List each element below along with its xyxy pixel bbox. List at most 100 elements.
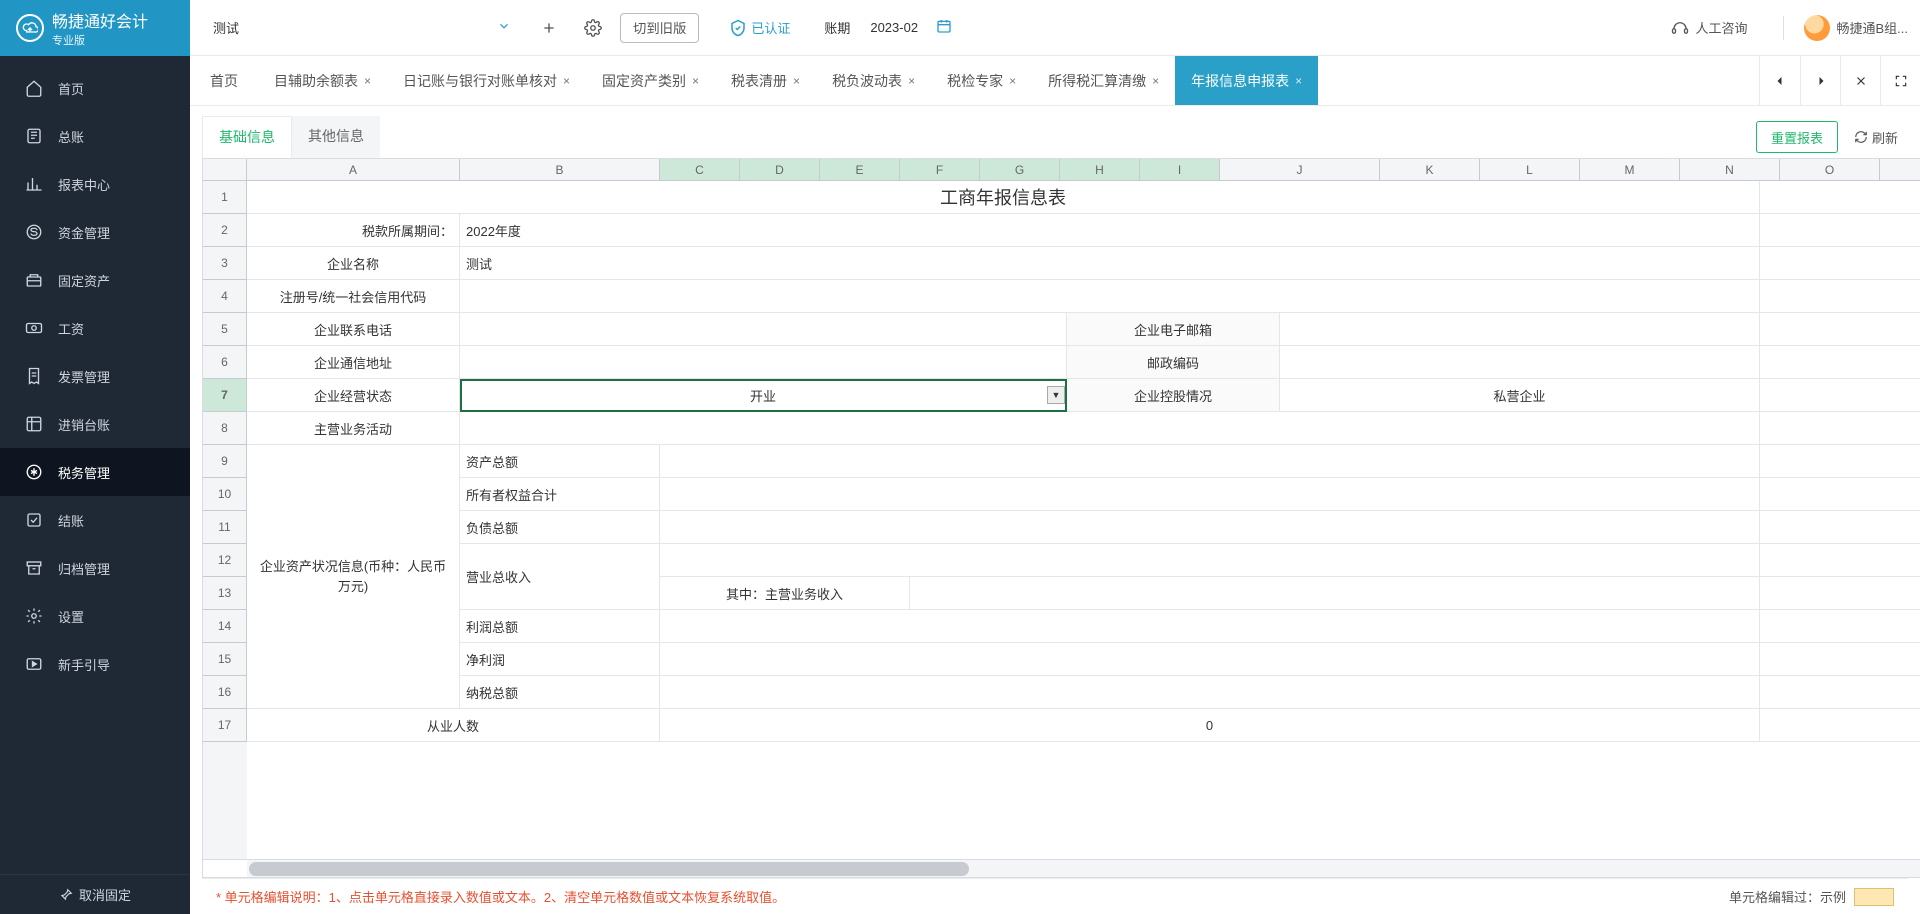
col-header-G[interactable]: G — [980, 159, 1060, 180]
col-header-I[interactable]: I — [1140, 159, 1220, 180]
col-header-F[interactable]: F — [900, 159, 980, 180]
total-profit-value[interactable] — [660, 610, 1760, 642]
sidebar-item-2[interactable]: 报表中心 — [0, 160, 190, 208]
row-header-7[interactable]: 7 — [203, 379, 247, 412]
tab-close-icon[interactable]: × — [1152, 74, 1159, 88]
net-profit-value[interactable] — [660, 643, 1760, 675]
sidebar-item-12[interactable]: 新手引导 — [0, 640, 190, 688]
total-revenue-value[interactable] — [660, 544, 1760, 576]
tab-5[interactable]: 税检专家× — [931, 56, 1032, 105]
company-selector[interactable]: 测试 — [202, 11, 522, 45]
old-version-button[interactable]: 切到旧版 — [620, 13, 699, 43]
row-header-8[interactable]: 8 — [203, 412, 247, 445]
tab-close-icon[interactable]: × — [364, 74, 371, 88]
sidebar-item-6[interactable]: 发票管理 — [0, 352, 190, 400]
col-header-C[interactable]: C — [660, 159, 740, 180]
row-header-14[interactable]: 14 — [203, 610, 247, 643]
business-status-value[interactable]: 开业 — [460, 379, 1067, 411]
add-button[interactable] — [532, 11, 566, 45]
sidebar-item-9[interactable]: 结账 — [0, 496, 190, 544]
tabs-next-button[interactable] — [1800, 56, 1840, 105]
tabs-prev-button[interactable] — [1760, 56, 1800, 105]
period-value-cell[interactable]: 2022年度 — [460, 214, 1760, 246]
phone-value[interactable] — [460, 313, 1067, 345]
tab-3[interactable]: 税表清册× — [715, 56, 816, 105]
tabs-close-button[interactable] — [1840, 56, 1880, 105]
sidebar-item-7[interactable]: 进销台账 — [0, 400, 190, 448]
address-value[interactable] — [460, 346, 1067, 378]
tab-close-icon[interactable]: × — [793, 74, 800, 88]
tab-7[interactable]: 年报信息申报表× — [1175, 56, 1318, 105]
user-menu[interactable]: 畅捷通B组... — [1804, 15, 1908, 41]
sidebar-item-4[interactable]: 固定资产 — [0, 256, 190, 304]
row-header-2[interactable]: 2 — [203, 214, 247, 247]
col-header-K[interactable]: K — [1380, 159, 1480, 180]
sheet-hscrollbar[interactable] — [247, 860, 1920, 877]
tab-close-icon[interactable]: × — [908, 74, 915, 88]
row-header-11[interactable]: 11 — [203, 511, 247, 544]
sidebar-item-5[interactable]: 工资 — [0, 304, 190, 352]
tab-close-icon[interactable]: × — [1295, 74, 1302, 88]
col-header-B[interactable]: B — [460, 159, 660, 180]
tab-4[interactable]: 税负波动表× — [816, 56, 931, 105]
employee-count-value[interactable]: 0 — [660, 709, 1760, 741]
row-header-10[interactable]: 10 — [203, 478, 247, 511]
row-header-3[interactable]: 3 — [203, 247, 247, 280]
sidebar-item-0[interactable]: 首页 — [0, 64, 190, 112]
total-assets-value[interactable] — [660, 445, 1760, 477]
row-header-17[interactable]: 17 — [203, 709, 247, 742]
sidebar-item-10[interactable]: 归档管理 — [0, 544, 190, 592]
unpin-button[interactable]: 取消固定 — [0, 874, 190, 914]
total-liabilities-value[interactable] — [660, 511, 1760, 543]
col-header-P[interactable]: P — [1880, 159, 1920, 180]
reg-code-value[interactable] — [460, 280, 1760, 312]
subtab-other[interactable]: 其他信息 — [292, 116, 380, 158]
row-header-1[interactable]: 1 — [203, 181, 247, 214]
tabs-fullscreen-button[interactable] — [1880, 56, 1920, 105]
row-header-13[interactable]: 13 — [203, 577, 247, 610]
tab-6[interactable]: 所得税汇算清缴× — [1032, 56, 1175, 105]
main-business-value[interactable] — [460, 412, 1760, 444]
email-value[interactable] — [1280, 313, 1760, 345]
sidebar-item-11[interactable]: 设置 — [0, 592, 190, 640]
col-header-L[interactable]: L — [1480, 159, 1580, 180]
col-header-A[interactable]: A — [247, 159, 460, 180]
sidebar-item-1[interactable]: 总账 — [0, 112, 190, 160]
dropdown-arrow-icon[interactable]: ▼ — [1047, 386, 1065, 404]
owner-equity-value[interactable] — [660, 478, 1760, 510]
row-header-12[interactable]: 12 — [203, 544, 247, 577]
sheet-hscroll-thumb[interactable] — [249, 862, 969, 876]
row-header-5[interactable]: 5 — [203, 313, 247, 346]
company-name-value[interactable]: 测试 — [460, 247, 1760, 279]
refresh-button[interactable]: 刷新 — [1854, 128, 1898, 147]
row-header-16[interactable]: 16 — [203, 676, 247, 709]
col-header-H[interactable]: H — [1060, 159, 1140, 180]
reset-report-button[interactable]: 重置报表 — [1756, 121, 1838, 153]
calendar-icon[interactable] — [936, 18, 952, 37]
row-header-9[interactable]: 9 — [203, 445, 247, 478]
holding-value[interactable]: 私营企业 — [1280, 379, 1760, 411]
tab-close-icon[interactable]: × — [692, 74, 699, 88]
row-header-15[interactable]: 15 — [203, 643, 247, 676]
tab-2[interactable]: 固定资产类别× — [586, 56, 715, 105]
col-header-E[interactable]: E — [820, 159, 900, 180]
row-header-6[interactable]: 6 — [203, 346, 247, 379]
select-all-corner[interactable] — [203, 159, 247, 180]
col-header-D[interactable]: D — [740, 159, 820, 180]
tab-home[interactable]: 首页 — [190, 56, 258, 105]
col-header-M[interactable]: M — [1580, 159, 1680, 180]
tab-0[interactable]: 目辅助余额表× — [258, 56, 387, 105]
col-header-O[interactable]: O — [1780, 159, 1880, 180]
tab-1[interactable]: 日记账与银行对账单核对× — [387, 56, 586, 105]
row-header-4[interactable]: 4 — [203, 280, 247, 313]
col-header-J[interactable]: J — [1220, 159, 1380, 180]
sidebar-item-8[interactable]: 税务管理 — [0, 448, 190, 496]
sidebar-item-3[interactable]: 资金管理 — [0, 208, 190, 256]
settings-button[interactable] — [576, 11, 610, 45]
tab-close-icon[interactable]: × — [563, 74, 570, 88]
total-tax-value[interactable] — [660, 676, 1760, 708]
consult-button[interactable]: 人工咨询 — [1671, 18, 1747, 37]
tab-close-icon[interactable]: × — [1009, 74, 1016, 88]
postcode-value[interactable] — [1280, 346, 1760, 378]
subtab-basic[interactable]: 基础信息 — [202, 116, 292, 158]
